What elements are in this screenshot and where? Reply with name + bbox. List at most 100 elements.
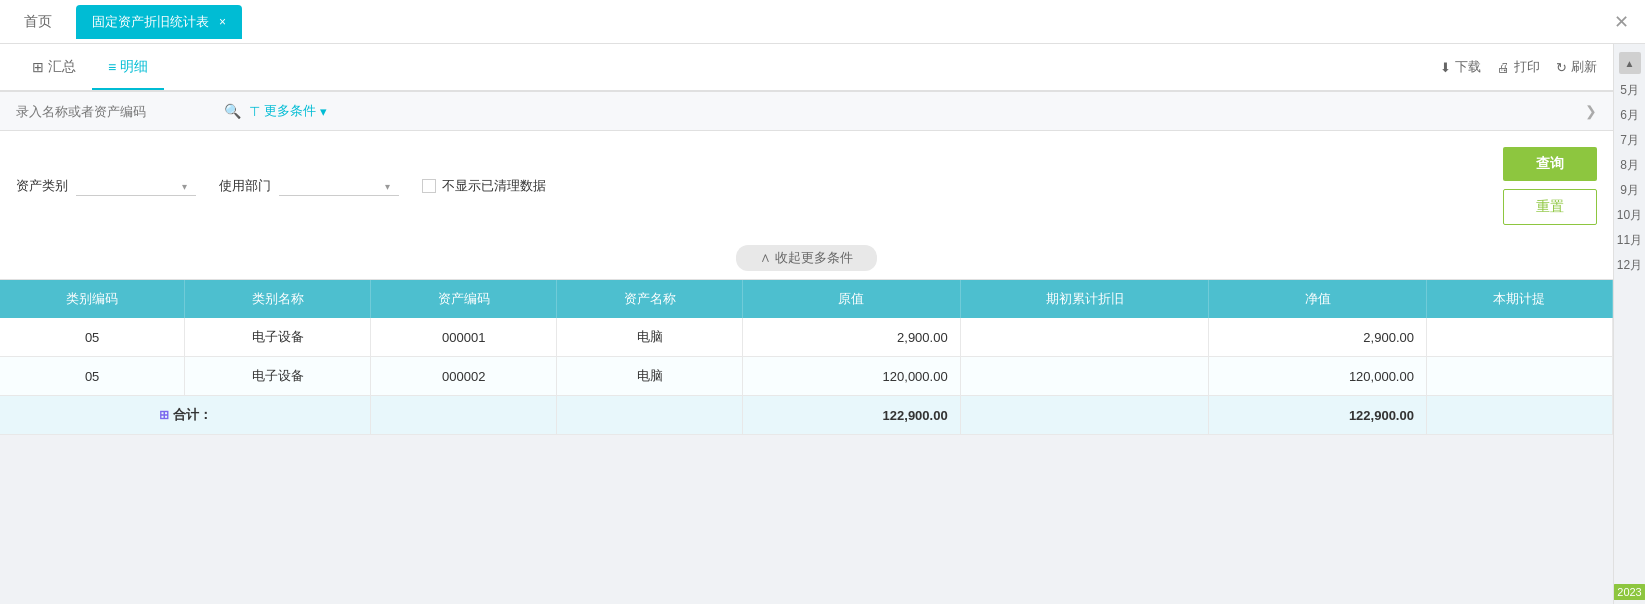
total-label-cell: ⊞ 合计： — [0, 396, 371, 435]
filter-row: 资产类别 使用部门 — [16, 147, 1597, 225]
cell-accumulated — [960, 357, 1209, 396]
table-container: 类别编码 类别名称 资产编码 资产名称 原值 期初累计折旧 净值 本期计提 05… — [0, 280, 1613, 604]
tab-detail-label: 明细 — [120, 58, 148, 76]
col-current: 本期计提 — [1426, 280, 1612, 318]
col-cat-code: 类别编码 — [0, 280, 185, 318]
asset-category-filter: 资产类别 — [16, 176, 187, 196]
query-button[interactable]: 查询 — [1503, 147, 1597, 181]
reset-button[interactable]: 重置 — [1503, 189, 1597, 225]
cell-asset-code: 000001 — [371, 318, 557, 357]
toolbar-right: ⬇ 下载 🖨 打印 ↻ 刷新 — [1440, 58, 1597, 76]
filter-icon: ⊤ — [249, 104, 260, 119]
total-net-value: 122,900.00 — [1209, 396, 1427, 435]
search-bar: 🔍 ⊤ 更多条件 ▾ ❯ — [0, 92, 1613, 131]
tab-summary[interactable]: ⊞ 汇总 — [16, 46, 92, 90]
home-tab[interactable]: 首页 — [16, 13, 60, 31]
cell-cat-name: 电子设备 — [185, 357, 371, 396]
total-empty-1 — [371, 396, 557, 435]
right-panel: ▲ 5月 6月 7月 8月 9月 10月 11月 12月 2023 — [1613, 44, 1645, 604]
department-label: 使用部门 — [219, 177, 271, 195]
print-btn[interactable]: 🖨 打印 — [1497, 58, 1540, 76]
search-icon[interactable]: 🔍 — [224, 103, 241, 119]
total-label-text: 合计： — [173, 406, 212, 424]
top-nav: 首页 固定资产折旧统计表 × ✕ — [0, 0, 1645, 44]
asset-category-select-wrapper — [76, 176, 187, 196]
chevron-down-icon: ▾ — [320, 104, 327, 119]
tab-detail[interactable]: ≡ 明细 — [92, 46, 164, 90]
month-12[interactable]: 12月 — [1614, 253, 1645, 278]
print-icon: 🖨 — [1497, 60, 1510, 75]
active-tab[interactable]: 固定资产折旧统计表 × — [76, 5, 242, 39]
total-current — [1426, 396, 1612, 435]
download-icon: ⬇ — [1440, 60, 1451, 75]
print-label: 打印 — [1514, 58, 1540, 76]
cell-net-value: 120,000.00 — [1209, 357, 1427, 396]
total-row: ⊞ 合计： 122,900.00 122,900.00 — [0, 396, 1613, 435]
chevron-up-icon: ∧ — [760, 250, 775, 265]
col-asset-name: 资产名称 — [557, 280, 743, 318]
cell-cat-code: 05 — [0, 357, 185, 396]
cleared-data-checkbox[interactable] — [422, 179, 436, 193]
summary-icon: ⊞ — [32, 59, 44, 75]
data-table: 类别编码 类别名称 资产编码 资产名称 原值 期初累计折旧 净值 本期计提 05… — [0, 280, 1613, 435]
refresh-icon: ↻ — [1556, 60, 1567, 75]
cell-cat-name: 电子设备 — [185, 318, 371, 357]
detail-icon: ≡ — [108, 59, 116, 75]
col-cat-name: 类别名称 — [185, 280, 371, 318]
search-input[interactable] — [16, 104, 216, 119]
cell-current — [1426, 357, 1612, 396]
left-panel: ⊞ 汇总 ≡ 明细 ⬇ 下载 🖨 打印 ↻ 刷新 — [0, 44, 1613, 604]
more-conditions-label: 更多条件 — [264, 102, 316, 120]
table-header-row: 类别编码 类别名称 资产编码 资产名称 原值 期初累计折旧 净值 本期计提 — [0, 280, 1613, 318]
month-8[interactable]: 8月 — [1614, 153, 1645, 178]
total-icon: ⊞ — [159, 408, 169, 422]
month-7[interactable]: 7月 — [1614, 128, 1645, 153]
cell-accumulated — [960, 318, 1209, 357]
collapse-bar[interactable]: ∧ 收起更多条件 — [16, 237, 1597, 279]
expand-btn[interactable]: ❯ — [1585, 103, 1597, 119]
month-6[interactable]: 6月 — [1614, 103, 1645, 128]
filter-buttons: 查询 重置 — [1503, 147, 1597, 225]
main-content: ⊞ 汇总 ≡ 明细 ⬇ 下载 🖨 打印 ↻ 刷新 — [0, 44, 1645, 604]
cleared-data-checkbox-item: 不显示已清理数据 — [422, 177, 546, 195]
col-asset-code: 资产编码 — [371, 280, 557, 318]
nav-up-arrow[interactable]: ▲ — [1619, 52, 1641, 74]
tab-close-btn[interactable]: × — [219, 15, 226, 29]
cell-asset-name: 电脑 — [557, 357, 743, 396]
department-select-wrapper — [279, 176, 390, 196]
total-original: 122,900.00 — [743, 396, 961, 435]
cell-net-value: 2,900.00 — [1209, 318, 1427, 357]
filter-area: 资产类别 使用部门 — [0, 131, 1613, 280]
download-btn[interactable]: ⬇ 下载 — [1440, 58, 1481, 76]
col-net-value: 净值 — [1209, 280, 1427, 318]
year-badge[interactable]: 2023 — [1613, 584, 1645, 600]
asset-category-label: 资产类别 — [16, 177, 68, 195]
month-9[interactable]: 9月 — [1614, 178, 1645, 203]
cell-asset-code: 000002 — [371, 357, 557, 396]
total-accumulated — [960, 396, 1209, 435]
cell-original: 120,000.00 — [743, 357, 961, 396]
cell-asset-name: 电脑 — [557, 318, 743, 357]
month-11[interactable]: 11月 — [1614, 228, 1645, 253]
total-empty-2 — [557, 396, 743, 435]
month-5[interactable]: 5月 — [1614, 78, 1645, 103]
more-conditions-btn[interactable]: ⊤ 更多条件 ▾ — [249, 102, 327, 120]
chevron-right-icon: ❯ — [1585, 103, 1597, 119]
asset-category-select[interactable] — [76, 176, 196, 196]
tab-summary-label: 汇总 — [48, 58, 76, 76]
department-filter: 使用部门 — [219, 176, 390, 196]
sub-tabs-bar: ⊞ 汇总 ≡ 明细 ⬇ 下载 🖨 打印 ↻ 刷新 — [0, 44, 1613, 92]
cell-original: 2,900.00 — [743, 318, 961, 357]
refresh-label: 刷新 — [1571, 58, 1597, 76]
cell-current — [1426, 318, 1612, 357]
collapse-label: ∧ 收起更多条件 — [736, 245, 877, 271]
cell-cat-code: 05 — [0, 318, 185, 357]
refresh-btn[interactable]: ↻ 刷新 — [1556, 58, 1597, 76]
month-10[interactable]: 10月 — [1614, 203, 1645, 228]
tab-label: 固定资产折旧统计表 — [92, 13, 209, 31]
window-close-btn[interactable]: ✕ — [1614, 11, 1629, 33]
table-row: 05 电子设备 000001 电脑 2,900.00 2,900.00 — [0, 318, 1613, 357]
col-original: 原值 — [743, 280, 961, 318]
department-select[interactable] — [279, 176, 399, 196]
download-label: 下载 — [1455, 58, 1481, 76]
